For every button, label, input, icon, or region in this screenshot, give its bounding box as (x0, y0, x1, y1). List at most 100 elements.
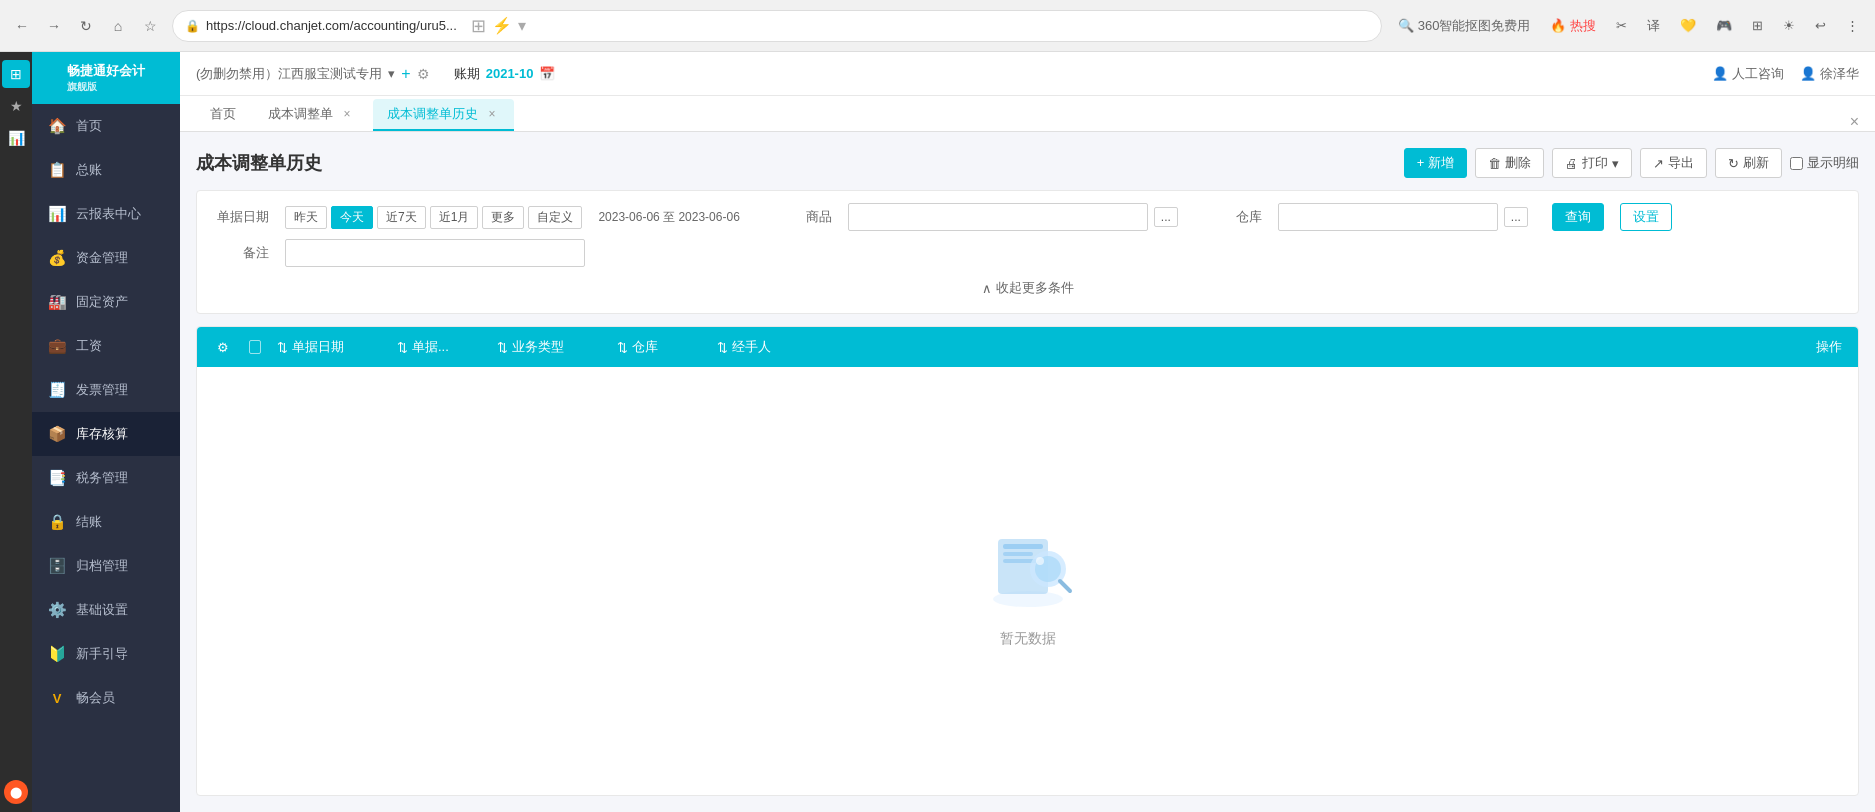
date-filter-label: 单据日期 (213, 208, 269, 226)
archive-icon: 🗄️ (48, 557, 66, 575)
tab-cost-adjust-close[interactable]: × (339, 106, 355, 122)
svg-rect-3 (1003, 552, 1033, 556)
hot-search-btn[interactable]: 🔥 热搜 (1542, 13, 1604, 39)
icon-rail-chart[interactable]: 📊 (2, 124, 30, 152)
search-tool-btn[interactable]: 🔍 360智能抠图免费用 (1390, 13, 1538, 39)
user-btn[interactable]: 👤 徐泽华 (1800, 65, 1859, 83)
app-container: ⊞ ★ 📊 ⬤ 畅捷通好会计 旗舰版 🏠 首页 📋 总账 📊 云报表中心 (0, 52, 1875, 812)
sidebar-item-ledger[interactable]: 📋 总账 (32, 148, 180, 192)
brightness-btn[interactable]: ☀ (1775, 14, 1803, 37)
goods-more-btn[interactable]: ... (1154, 207, 1178, 227)
tab-cost-history-close[interactable]: × (484, 106, 500, 122)
cut-tool-btn[interactable]: ✂ (1608, 14, 1635, 37)
trash-icon: 🗑 (1488, 156, 1501, 171)
sidebar-item-tax[interactable]: 📑 税务管理 (32, 456, 180, 500)
print-btn[interactable]: 🖨 打印 ▾ (1552, 148, 1632, 178)
tab-cost-adjust[interactable]: 成本调整单 × (254, 99, 369, 131)
translate-btn[interactable]: 译 (1639, 13, 1668, 39)
display-cols-label: 显示明细 (1807, 154, 1859, 172)
apps-btn[interactable]: ⊞ (1744, 14, 1771, 37)
tab-home[interactable]: 首页 (196, 99, 250, 131)
sort-icon-doc: ⇅ (397, 340, 408, 355)
warehouse-col-header[interactable]: ⇅ 仓库 (609, 338, 709, 356)
customer-service-btn[interactable]: 👤 人工咨询 (1712, 65, 1784, 83)
sidebar-item-closing[interactable]: 🔒 结账 (32, 500, 180, 544)
address-bar[interactable]: 🔒 https://cloud.chanjet.com/accounting/u… (172, 10, 1382, 42)
more-tools-btn[interactable]: ⋮ (1838, 14, 1867, 37)
sidebar-item-invoices[interactable]: 🧾 发票管理 (32, 368, 180, 412)
collapse-btn[interactable]: ∧ 收起更多条件 (970, 275, 1086, 301)
customer-service-label: 人工咨询 (1732, 65, 1784, 83)
funds-icon: 💰 (48, 249, 66, 267)
doc-col-header[interactable]: ⇅ 单据... (389, 338, 489, 356)
display-cols-checkbox[interactable] (1790, 157, 1803, 170)
select-all-checkbox[interactable] (249, 340, 261, 354)
game-btn[interactable]: 🎮 (1708, 14, 1740, 37)
yesterday-btn[interactable]: 昨天 (285, 206, 327, 229)
sidebar-item-archive[interactable]: 🗄️ 归档管理 (32, 544, 180, 588)
date-col-header[interactable]: ⇅ 单据日期 (269, 338, 389, 356)
sidebar-item-fixed-assets[interactable]: 🏭 固定资产 (32, 280, 180, 324)
grid-icon: ⊞ (471, 15, 486, 37)
biz-col-header[interactable]: ⇅ 业务类型 (489, 338, 609, 356)
warehouse-col-label: 仓库 (632, 338, 658, 356)
sidebar-item-home[interactable]: 🏠 首页 (32, 104, 180, 148)
sidebar-item-funds[interactable]: 💰 资金管理 (32, 236, 180, 280)
svg-rect-2 (1003, 544, 1043, 549)
bookmark-button[interactable]: ☆ (136, 12, 164, 40)
date-col-label: 单据日期 (292, 338, 344, 356)
user-name: 徐泽华 (1820, 65, 1859, 83)
close-all-tabs-btn[interactable]: × (1850, 113, 1859, 131)
delete-btn[interactable]: 🗑 删除 (1475, 148, 1544, 178)
home-button[interactable]: ⌂ (104, 12, 132, 40)
operator-col-label: 经手人 (732, 338, 771, 356)
history-back-btn[interactable]: ↩ (1807, 14, 1834, 37)
warehouse-more-btn[interactable]: ... (1504, 207, 1528, 227)
sidebar-nav: 🏠 首页 📋 总账 📊 云报表中心 💰 资金管理 🏭 固定资产 💼 工资 (32, 104, 180, 812)
reload-button[interactable]: ↻ (72, 12, 100, 40)
export-btn[interactable]: ↗ 导出 (1640, 148, 1707, 178)
sidebar-item-label-fixed-assets: 固定资产 (76, 293, 128, 311)
home-icon: 🏠 (48, 117, 66, 135)
remark-input[interactable] (285, 239, 585, 267)
icon-rail-star[interactable]: ★ (2, 92, 30, 120)
today-btn[interactable]: 今天 (331, 206, 373, 229)
icon-rail-circle[interactable]: ⬤ (4, 780, 28, 804)
customer-service-icon: 👤 (1712, 66, 1728, 81)
last7days-btn[interactable]: 近7天 (377, 206, 426, 229)
custom-date-btn[interactable]: 自定义 (528, 206, 582, 229)
doc-col-label: 单据... (412, 338, 449, 356)
sidebar-item-payroll[interactable]: 💼 工资 (32, 324, 180, 368)
tab-cost-history[interactable]: 成本调整单历史 × (373, 99, 514, 131)
filter-settings-btn[interactable]: 设置 (1620, 203, 1672, 231)
sidebar-item-member[interactable]: V 畅会员 (32, 676, 180, 720)
search-btn[interactable]: 查询 (1552, 203, 1604, 231)
checkbox-col-header[interactable] (241, 340, 269, 354)
goods-filter-label: 商品 (776, 208, 832, 226)
page-body: 成本调整单历史 + 新增 🗑 删除 🖨 打印 ▾ ↗ 导出 (180, 132, 1875, 812)
warehouse-input[interactable] (1278, 203, 1498, 231)
svg-line-7 (1060, 581, 1070, 591)
empty-state: 暂无数据 (197, 367, 1858, 795)
new-btn[interactable]: + 新增 (1404, 148, 1467, 178)
wallet-btn[interactable]: 💛 (1672, 14, 1704, 37)
sidebar-item-settings[interactable]: ⚙️ 基础设置 (32, 588, 180, 632)
last1month-btn[interactable]: 近1月 (430, 206, 479, 229)
settings-col-header[interactable]: ⚙ (205, 340, 241, 355)
forward-button[interactable]: → (40, 12, 68, 40)
sidebar-item-guide[interactable]: 🔰 新手引导 (32, 632, 180, 676)
more-date-btn[interactable]: 更多 (482, 206, 524, 229)
calendar-icon: 📅 (539, 66, 555, 81)
back-button[interactable]: ← (8, 12, 36, 40)
operator-col-header[interactable]: ⇅ 经手人 (709, 338, 809, 356)
sidebar-item-label-invoices: 发票管理 (76, 381, 128, 399)
company-selector[interactable]: (勿删勿禁用）江西服宝测试专用 ▾ + ⚙ (196, 65, 430, 83)
sidebar-item-reports[interactable]: 📊 云报表中心 (32, 192, 180, 236)
display-cols-checkbox-label[interactable]: 显示明细 (1790, 154, 1859, 172)
sidebar-item-inventory[interactable]: 📦 库存核算 (32, 412, 180, 456)
goods-input[interactable] (848, 203, 1148, 231)
refresh-btn[interactable]: ↻ 刷新 (1715, 148, 1782, 178)
sort-icon-biz: ⇅ (497, 340, 508, 355)
sidebar-item-label-archive: 归档管理 (76, 557, 128, 575)
icon-rail-main[interactable]: ⊞ (2, 60, 30, 88)
